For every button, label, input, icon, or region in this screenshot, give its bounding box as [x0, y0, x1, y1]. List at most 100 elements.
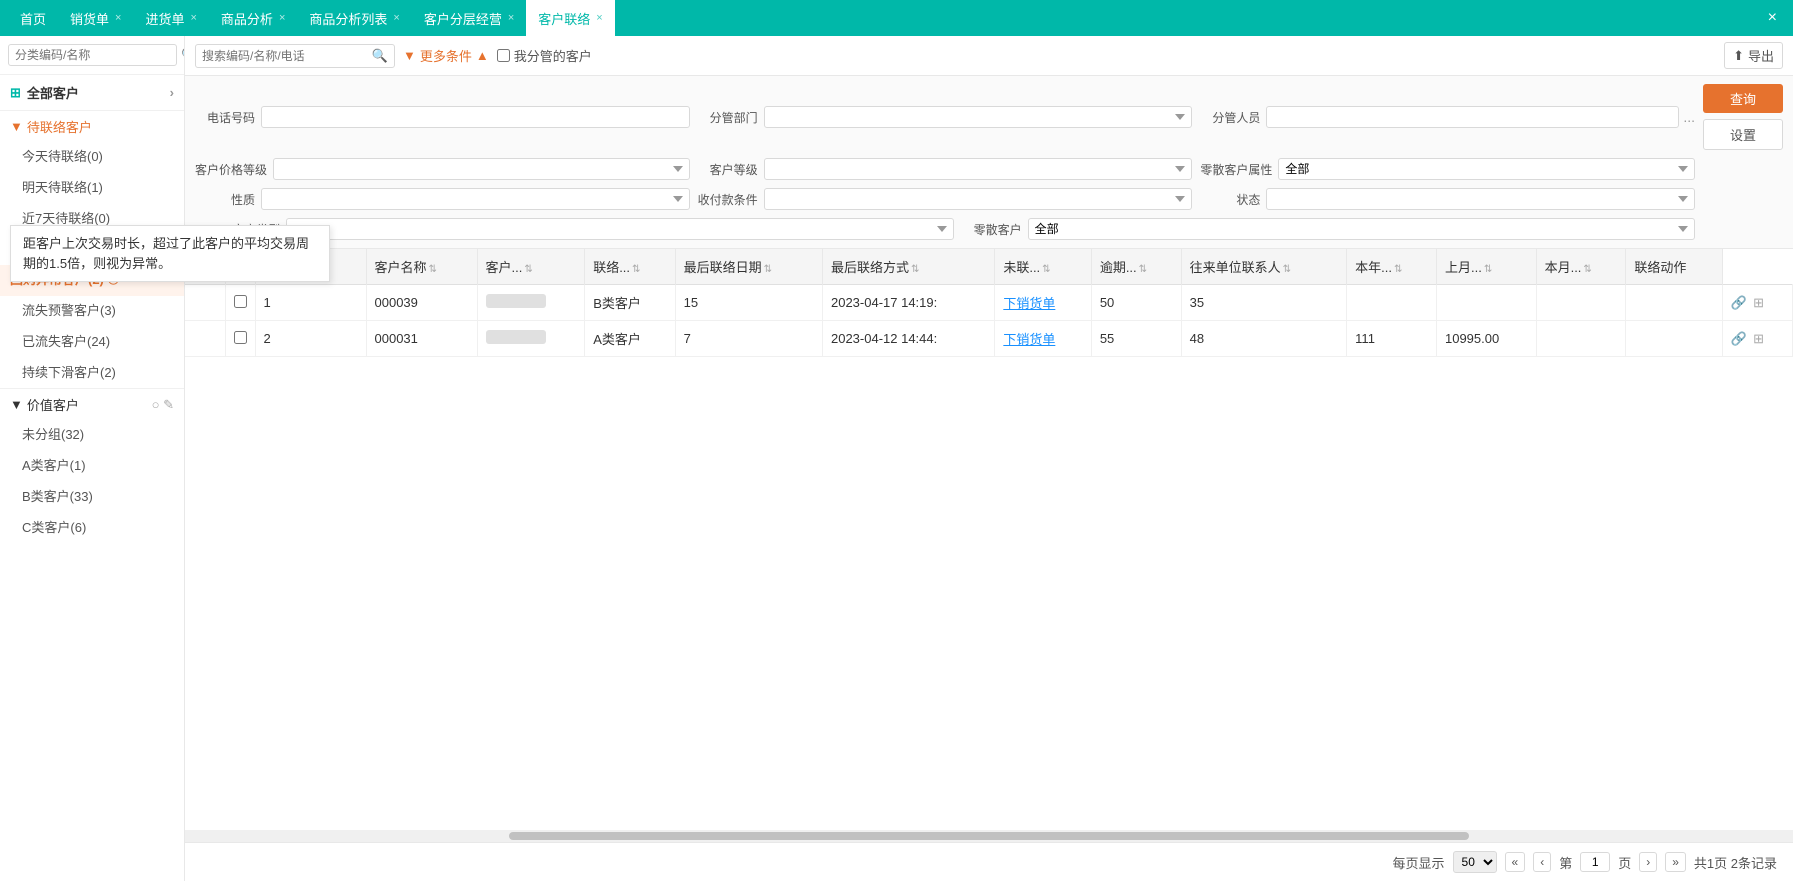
row-last-method[interactable]: 下销货单 — [995, 285, 1091, 321]
sort-icon-contacts[interactable]: ⇅ — [1283, 264, 1291, 275]
sidebar-item-c-class[interactable]: C类客户(6) — [0, 513, 184, 544]
per-page-select[interactable]: 50 — [1453, 851, 1497, 873]
nav-sales-close[interactable]: × — [115, 12, 121, 24]
sort-icon-contact[interactable]: ⇅ — [632, 264, 640, 275]
sidebar-search-input[interactable] — [8, 44, 177, 66]
sort-icon-name[interactable]: ⇅ — [429, 264, 437, 275]
filter-type: 客户类型 — [220, 218, 953, 240]
nav-product-analysis-close[interactable]: × — [279, 12, 285, 24]
nav-sales[interactable]: 销货单 × — [58, 0, 133, 36]
export-button[interactable]: ⬆ 导出 — [1724, 42, 1783, 69]
export-label: 导出 — [1748, 46, 1774, 65]
sort-icon-method[interactable]: ⇅ — [911, 264, 919, 275]
retail-attr-select[interactable]: 全部 — [1278, 158, 1695, 180]
action-link-icon[interactable]: 🔗 — [1731, 295, 1747, 311]
row-select-checkbox[interactable] — [234, 295, 247, 308]
next-page-btn[interactable]: › — [1639, 852, 1657, 872]
last-page-btn[interactable]: » — [1665, 852, 1686, 872]
page-input[interactable] — [1580, 852, 1610, 872]
person-label: 分管人员 — [1200, 109, 1260, 126]
advanced-filter: 电话号码 分管部门 分管人员 ... 查询 设置 — [185, 76, 1793, 249]
sort-icon-unlisted[interactable]: ⇅ — [1042, 264, 1050, 275]
th-last-month-label: 上月... — [1445, 260, 1482, 275]
filter-gender: 性质 — [195, 188, 690, 210]
pagination-bar: 每页显示 50 « ‹ 第 页 › » 共1页 2条记录 — [185, 842, 1793, 881]
my-customers-checkbox[interactable] — [497, 49, 510, 62]
phone-label: 电话号码 — [195, 109, 255, 126]
row-checkbox[interactable] — [225, 321, 255, 357]
sidebar-all-customers[interactable]: ⊞ 全部客户 › — [0, 75, 184, 111]
retail2-select[interactable]: 全部 — [1028, 218, 1695, 240]
nav-customer-contact[interactable]: 客户联络 × — [526, 0, 614, 36]
filter-search-icon[interactable]: 🔍 — [372, 48, 388, 64]
nav-purchase[interactable]: 进货单 × — [133, 0, 208, 36]
sidebar-collapse-btn[interactable]: › — [170, 85, 174, 100]
sidebar-item-ungroup[interactable]: 未分组(32) — [0, 420, 184, 451]
person-input[interactable] — [1266, 106, 1679, 128]
scrollbar-thumb[interactable] — [509, 832, 1469, 840]
sort-icon-date[interactable]: ⇅ — [764, 264, 772, 275]
sidebar-item-churned[interactable]: 已流失客户(24) — [0, 327, 184, 358]
sort-icon-overdue[interactable]: ⇅ — [1139, 264, 1147, 275]
nav-product-list[interactable]: 商品分析列表 × — [297, 0, 411, 36]
prev-page-btn[interactable]: ‹ — [1533, 852, 1551, 872]
settings-button[interactable]: 设置 — [1703, 119, 1783, 150]
sort-icon-type[interactable]: ⇅ — [524, 264, 532, 275]
sort-icon-this-year[interactable]: ⇅ — [1394, 264, 1402, 275]
nav-home[interactable]: 首页 — [8, 0, 58, 36]
sidebar-item-declining[interactable]: 持续下滑客户(2) — [0, 358, 184, 389]
level-select[interactable] — [764, 158, 1193, 180]
action-grid-icon[interactable]: ⊞ — [1753, 295, 1764, 311]
pay-select[interactable] — [764, 188, 1193, 210]
nav-product-list-close[interactable]: × — [393, 12, 399, 24]
row-last-method[interactable]: 下销货单 — [995, 321, 1091, 357]
sidebar-item-b-class[interactable]: B类客户(33) — [0, 482, 184, 513]
nav-customer-contact-close[interactable]: × — [596, 12, 602, 24]
price-select[interactable] — [273, 158, 690, 180]
tomorrow-label: 明天待联络(1) — [22, 180, 103, 195]
nav-product-analysis[interactable]: 商品分析 × — [209, 0, 297, 36]
table-row: 2 000031 A类客户 7 2023-04-12 14:44: 下销货单 5… — [185, 321, 1793, 357]
status-select[interactable] — [1266, 188, 1695, 210]
row-index: 2 — [255, 321, 366, 357]
filter-price-level: 客户价格等级 — [195, 158, 690, 180]
sidebar-item-a-class[interactable]: A类客户(1) — [0, 451, 184, 482]
action-grid-icon[interactable]: ⊞ — [1753, 331, 1764, 347]
chevron-up-icon: ▲ — [476, 48, 489, 63]
sidebar-value-group[interactable]: ▼ 价值客户 ○ ✎ — [0, 388, 184, 420]
filter-retail-attr: 零散客户属性 全部 — [1200, 158, 1695, 180]
more-conditions-btn[interactable]: ▼ 更多条件 ▲ — [403, 46, 489, 65]
person-dots[interactable]: ... — [1683, 109, 1695, 125]
sort-icon-this-month[interactable]: ⇅ — [1583, 264, 1591, 275]
table-header-row: ⚙ 客户编码⇅ 客户名称⇅ 客户...⇅ 联络...⇅ 最后联络日期⇅ 最后联络… — [185, 249, 1793, 285]
nav-customer-segment[interactable]: 客户分层经营 × — [412, 0, 526, 36]
type-select[interactable] — [286, 218, 953, 240]
gender-select[interactable] — [261, 188, 690, 210]
sidebar-pending-group[interactable]: ▼ 待联络客户 — [0, 111, 184, 142]
dept-select[interactable] — [764, 106, 1193, 128]
row-checkbox[interactable] — [225, 285, 255, 321]
window-close[interactable]: × — [1760, 9, 1785, 27]
th-this-year-label: 本年... — [1355, 260, 1392, 275]
retail-attr-label: 零散客户属性 — [1200, 161, 1272, 178]
first-page-btn[interactable]: « — [1505, 852, 1526, 872]
sort-icon-last-month[interactable]: ⇅ — [1484, 264, 1492, 275]
ungroup-label: 未分组(32) — [22, 427, 84, 442]
last-method-link[interactable]: 下销货单 — [1003, 296, 1055, 311]
value-edit-icons[interactable]: ○ ✎ — [152, 397, 174, 413]
phone-input[interactable] — [261, 106, 690, 128]
last-method-link[interactable]: 下销货单 — [1003, 332, 1055, 347]
action-link-icon[interactable]: 🔗 — [1731, 331, 1747, 347]
sidebar-item-churn-warn[interactable]: 流失预警客户(3) — [0, 296, 184, 327]
query-button[interactable]: 查询 — [1703, 84, 1783, 113]
sidebar-item-tomorrow[interactable]: 明天待联络(1) — [0, 173, 184, 204]
nav-purchase-close[interactable]: × — [190, 12, 196, 24]
row-select-checkbox[interactable] — [234, 331, 247, 344]
per-page-label: 每页显示 — [1393, 853, 1445, 872]
tooltip-text: 距客户上次交易时长，超过了此客户的平均交易周期的1.5倍，则视为异常。 — [23, 236, 309, 271]
nav-customer-segment-close[interactable]: × — [508, 12, 514, 24]
filter-search-input[interactable] — [202, 49, 372, 63]
horizontal-scrollbar[interactable] — [185, 830, 1793, 842]
sidebar-item-today[interactable]: 今天待联络(0) — [0, 142, 184, 173]
sidebar: 🔍 ⊞ 全部客户 › ▼ 待联络客户 今天待联络(0) 明天待联络(1) 近7天… — [0, 36, 185, 881]
